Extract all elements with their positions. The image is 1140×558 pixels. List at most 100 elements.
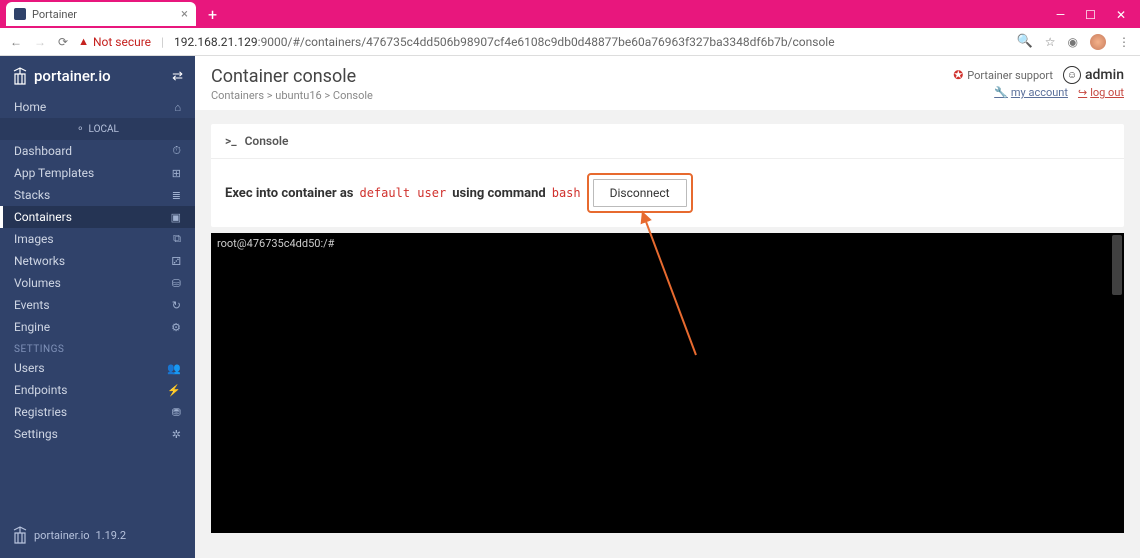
zoom-icon[interactable]: 🔍 [1017,34,1033,49]
layers-icon: ≣ [172,189,181,202]
logout-icon: ↪ [1078,86,1087,99]
user-chip[interactable]: ☺ admin [1063,66,1124,84]
users-icon: 👥 [167,362,181,375]
url-bar: ← → ⟳ ▲ Not secure | 192.168.21.129:9000… [0,28,1140,56]
sidebar-item-label: Home [14,100,46,114]
sidebar-item-volumes[interactable]: Volumes ⛁ [0,272,195,294]
wrench-icon: 🔧 [994,86,1008,99]
disconnect-button[interactable]: Disconnect [593,179,687,207]
footer-version: 1.19.2 [96,529,127,542]
sidebar-section-local: ⚬ LOCAL [0,118,195,140]
warning-icon: ▲ [78,35,89,48]
logo-icon [12,526,28,544]
sidebar-item-label: Registries [14,405,67,419]
tab-close-icon[interactable]: × [181,7,188,22]
logo-icon [12,67,28,85]
url-input[interactable]: 192.168.21.129:9000/#/containers/476735c… [174,35,1007,49]
sidebar-item-label: Settings [14,427,58,441]
page-title: Container console [211,66,943,87]
exec-mid: using command [452,186,546,201]
sidebar-item-label: Dashboard [14,144,72,158]
sidebar-item-containers[interactable]: Containers ▣ [0,206,195,228]
app-root: portainer.io ⇄ Home ⌂ ⚬ LOCAL Dashboard … [0,56,1140,558]
my-account-link[interactable]: 🔧 my account [994,86,1068,99]
cogs-icon: ✲ [172,428,181,441]
exec-prefix: Exec into container as [225,186,353,201]
footer-brand: portainer.io [34,529,90,542]
annotation-highlight: Disconnect [587,173,693,213]
extension-icon[interactable]: ◉ [1068,35,1078,49]
breadcrumb: Containers > ubuntu16 > Console [211,89,943,102]
browser-tab[interactable]: Portainer × [6,2,196,26]
exec-user: default user [359,186,446,200]
plug-icon: ⚬ [76,124,84,135]
sidebar-item-label: Containers [14,210,72,224]
terminal-scrollbar[interactable] [1112,235,1122,295]
page-header: Container console Containers > ubuntu16 … [195,56,1140,110]
sidebar-settings-header: SETTINGS [0,338,195,357]
new-tab-button[interactable]: + [202,5,223,24]
sidebar: portainer.io ⇄ Home ⌂ ⚬ LOCAL Dashboard … [0,56,195,558]
sidebar-item-label: Engine [14,320,50,334]
url-separator: | [161,35,164,49]
sidebar-item-stacks[interactable]: Stacks ≣ [0,184,195,206]
terminal[interactable]: root@476735c4dd50:/# [211,233,1124,533]
profile-avatar-icon[interactable] [1090,34,1106,50]
th-icon: ⊞ [172,167,181,180]
sidebar-item-label: Events [14,298,50,312]
history-icon: ↻ [172,299,181,312]
sidebar-item-app-templates[interactable]: App Templates ⊞ [0,162,195,184]
sidebar-item-label: Endpoints [14,383,67,397]
sidebar-item-endpoints[interactable]: Endpoints ⚡ [0,379,195,401]
tab-title: Portainer [32,8,77,21]
reload-icon[interactable]: ⟳ [58,35,68,49]
sitemap-icon: ⚂ [171,255,181,268]
terminal-prompt: root@476735c4dd50:/# [217,237,334,250]
terminal-icon: >_ [225,134,237,148]
support-link[interactable]: ✪ Portainer support [953,68,1053,82]
sidebar-toggle-icon[interactable]: ⇄ [172,69,183,84]
url-toolbar-right: 🔍 ☆ ◉ ⋮ [1017,34,1130,50]
sidebar-item-dashboard[interactable]: Dashboard ⏱ [0,140,195,162]
security-indicator[interactable]: ▲ Not secure [78,35,151,49]
sidebar-footer: portainer.io 1.19.2 [0,512,195,558]
bookmark-icon[interactable]: ☆ [1045,35,1056,49]
tab-favicon-icon [14,8,26,20]
sidebar-item-events[interactable]: Events ↻ [0,294,195,316]
sidebar-item-label: Volumes [14,276,61,290]
sidebar-item-registries[interactable]: Registries ⛃ [0,401,195,423]
forward-icon[interactable]: → [34,35,46,49]
back-icon[interactable]: ← [10,35,22,49]
sidebar-item-home[interactable]: Home ⌂ [0,96,195,118]
gears-icon: ⚙ [171,321,181,334]
breadcrumb-link[interactable]: Containers [211,89,264,102]
browser-titlebar: Portainer × + — ☐ ✕ [0,0,1140,28]
minimize-icon[interactable]: — [1056,8,1065,22]
sidebar-item-networks[interactable]: Networks ⚂ [0,250,195,272]
window-controls: — ☐ ✕ [1056,8,1140,28]
console-panel: >_ Console Exec into container as defaul… [211,124,1124,227]
sidebar-logo[interactable]: portainer.io ⇄ [0,56,195,96]
sidebar-item-images[interactable]: Images ⧉ [0,228,195,250]
home-icon: ⌂ [174,101,181,114]
database-icon: ⛃ [172,406,181,419]
sidebar-item-label: App Templates [14,166,94,180]
tachometer-icon: ⏱ [172,144,181,158]
sidebar-item-settings[interactable]: Settings ✲ [0,423,195,445]
breadcrumb-current: Console [333,89,373,102]
console-panel-title: Console [245,134,289,148]
maximize-icon[interactable]: ☐ [1085,8,1096,22]
logo-text: portainer.io [34,67,111,85]
breadcrumb-link[interactable]: ubuntu16 [275,89,321,102]
menu-icon[interactable]: ⋮ [1118,35,1130,49]
clone-icon: ⧉ [173,232,181,246]
exec-cmd: bash [552,186,581,200]
sidebar-item-label: Stacks [14,188,50,202]
sidebar-item-engine[interactable]: Engine ⚙ [0,316,195,338]
sidebar-item-label: Images [14,232,54,246]
logout-link[interactable]: ↪ log out [1078,86,1124,99]
close-window-icon[interactable]: ✕ [1116,8,1126,22]
tab-bar: Portainer × + [0,0,223,28]
sidebar-item-users[interactable]: Users 👥 [0,357,195,379]
nav-arrows: ← → ⟳ [10,35,68,49]
